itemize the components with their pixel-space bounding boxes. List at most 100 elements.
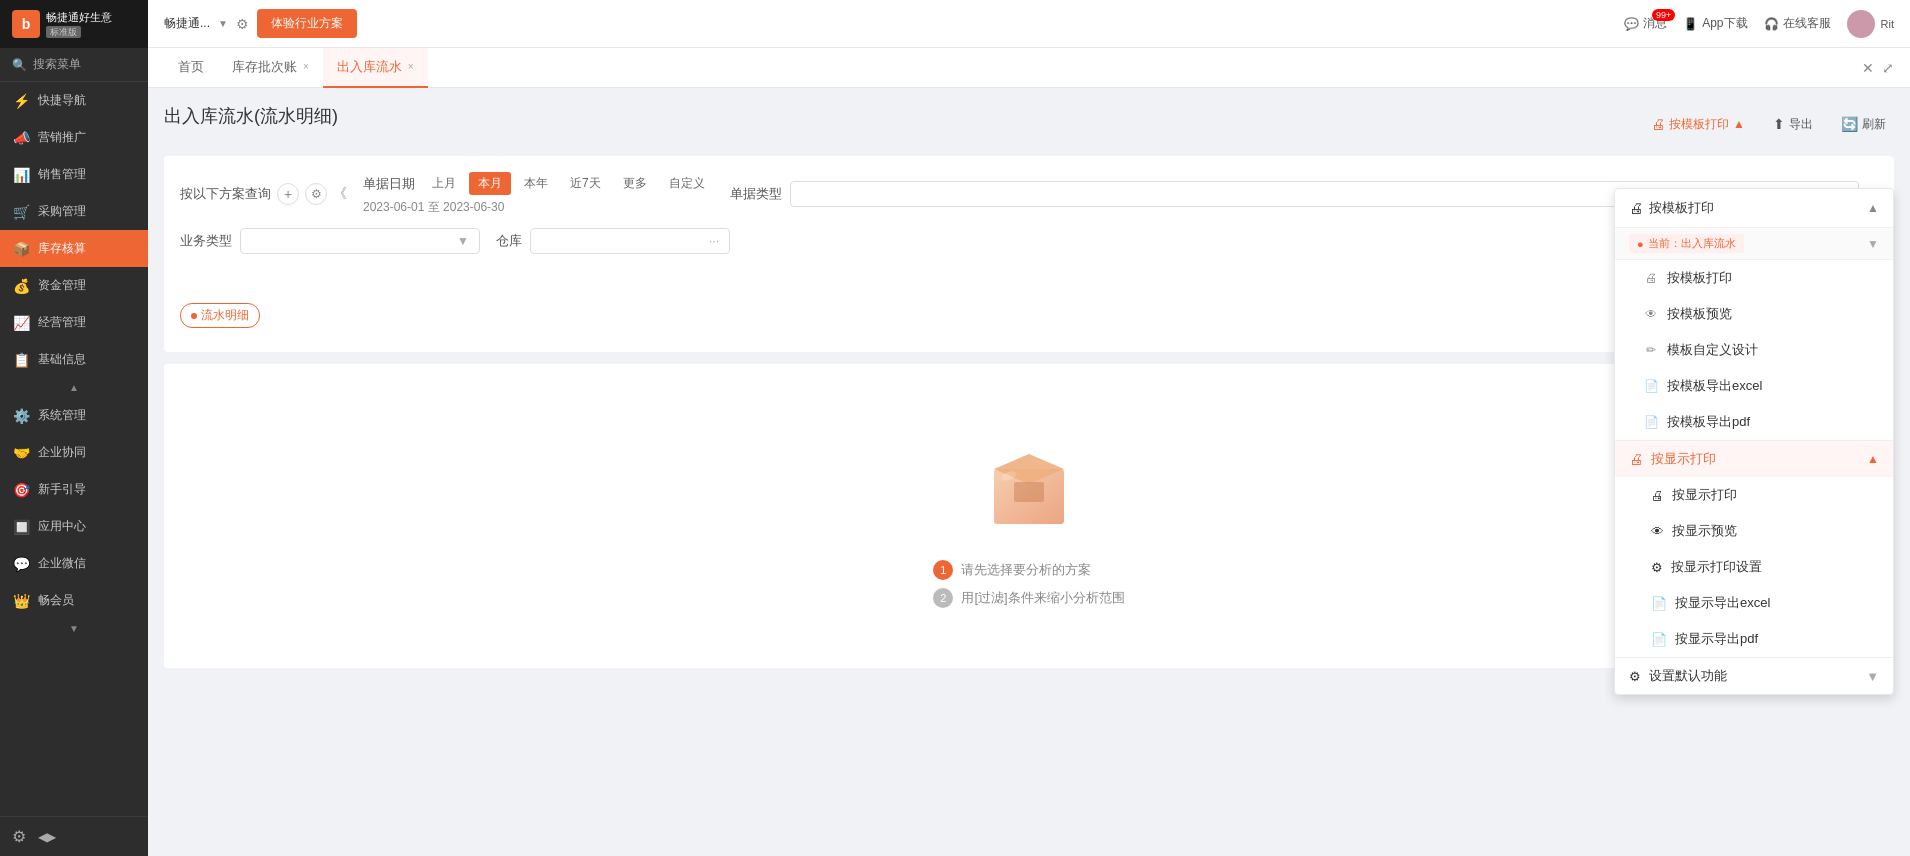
display-preview-icon: 👁 — [1651, 524, 1664, 539]
apps-icon: 🔲 — [12, 519, 30, 535]
dropdown-display-excel[interactable]: 📄 按显示导出excel — [1615, 585, 1893, 621]
sidebar-item-operations[interactable]: 📈 经营管理 — [0, 304, 148, 341]
sidebar-item-quick-nav[interactable]: ⚡ 快捷导航 — [0, 82, 148, 119]
dropdown-item-template-excel[interactable]: 📄 按模板导出excel — [1615, 368, 1893, 404]
step-1-number: 1 — [933, 560, 953, 580]
date-tab-custom[interactable]: 自定义 — [660, 172, 714, 195]
topbar-user[interactable]: Rit — [1847, 10, 1894, 38]
sidebar-settings-icon[interactable]: ⚙ — [12, 827, 26, 846]
display-section-header[interactable]: 🖨 按显示打印 ▲ — [1615, 441, 1893, 477]
sidebar-search[interactable]: 🔍 搜索菜单 — [0, 48, 148, 82]
topbar-online-service[interactable]: 🎧 在线客服 — [1764, 15, 1831, 32]
dropdown-display-pdf[interactable]: 📄 按显示导出pdf — [1615, 621, 1893, 657]
app-name: 畅捷通好生意 标准版 — [46, 10, 112, 39]
tab-window-buttons: ✕ ⤢ — [1862, 60, 1894, 76]
sidebar-item-member[interactable]: 👑 畅会员 — [0, 582, 148, 619]
tab-flow-detail-close[interactable]: × — [408, 61, 414, 72]
sidebar-item-marketing[interactable]: 📣 营销推广 — [0, 119, 148, 156]
current-template-dropdown-icon[interactable]: ▼ — [1867, 237, 1879, 251]
dropdown-display-print[interactable]: 🖨 按显示打印 — [1615, 477, 1893, 513]
dropdown-footer-default[interactable]: ⚙ 设置默认功能 ▼ — [1615, 658, 1893, 694]
sidebar-item-finance[interactable]: 💰 资金管理 — [0, 267, 148, 304]
sidebar-item-basic[interactable]: 📋 基础信息 — [0, 341, 148, 378]
footer-arrow-icon: ▼ — [1866, 669, 1879, 684]
dropdown-header-close-icon[interactable]: ▲ — [1867, 201, 1879, 215]
filter-add-button[interactable]: + — [277, 183, 299, 205]
print-template-button[interactable]: 🖨 按模板打印 ▲ — [1643, 112, 1753, 137]
step-2-text: 用[过滤]条件来缩小分析范围 — [961, 589, 1124, 607]
print-arrow-icon: ▲ — [1733, 117, 1745, 131]
user-avatar — [1847, 10, 1875, 38]
date-tab-last-month[interactable]: 上月 — [423, 172, 465, 195]
guide-icon: 🎯 — [12, 482, 30, 498]
warehouse-select[interactable]: ··· — [530, 228, 730, 254]
dropdown-display-settings[interactable]: ⚙ 按显示打印设置 — [1615, 549, 1893, 585]
wechat-icon: 💬 — [12, 556, 30, 572]
dropdown-header-title: 🖨 按模板打印 — [1629, 199, 1714, 217]
filter-setting-button[interactable]: ⚙ — [305, 183, 327, 205]
tab-batch-ledger-close[interactable]: × — [303, 61, 309, 72]
tab-flow-detail[interactable]: 出入库流水 × — [323, 48, 428, 88]
industry-solution-button[interactable]: 体验行业方案 — [257, 9, 357, 38]
tab-bar: 首页 库存批次账 × 出入库流水 × ✕ ⤢ — [148, 48, 1910, 88]
sidebar-item-system[interactable]: ⚙️ 系统管理 — [0, 397, 148, 434]
sidebar-item-purchase[interactable]: 🛒 采购管理 — [0, 193, 148, 230]
template-excel-icon: 📄 — [1643, 378, 1659, 394]
warehouse-more-icon[interactable]: ··· — [709, 234, 719, 248]
filter-collapse-button[interactable]: 《 — [333, 185, 347, 203]
topbar-app-download[interactable]: 📱 App下载 — [1683, 15, 1747, 32]
empty-svg-illustration — [969, 424, 1089, 544]
app-logo-icon: b — [12, 10, 40, 38]
topbar-gear-icon[interactable]: ⚙ — [236, 16, 249, 32]
topbar-dropdown-arrow[interactable]: ▼ — [218, 18, 228, 29]
system-icon: ⚙️ — [12, 408, 30, 424]
biz-type-arrow-icon: ▼ — [457, 234, 469, 248]
sidebar-item-wechat[interactable]: 💬 企业微信 — [0, 545, 148, 582]
purchase-icon: 🛒 — [12, 204, 30, 220]
current-icon: ● — [1637, 238, 1644, 250]
corp-icon: 🤝 — [12, 445, 30, 461]
dropdown-item-template-pdf[interactable]: 📄 按模板导出pdf — [1615, 404, 1893, 440]
current-template-badge: ● 当前：出入库流水 — [1629, 234, 1744, 253]
date-tab-current-month[interactable]: 本月 — [469, 172, 511, 195]
sidebar-collapse-icon[interactable]: ◀▶ — [38, 830, 56, 844]
tab-home[interactable]: 首页 — [164, 48, 218, 88]
window-expand-btn[interactable]: ⤢ — [1882, 60, 1894, 76]
sidebar-item-sales[interactable]: 📊 销售管理 — [0, 156, 148, 193]
print-icon: 🖨 — [1651, 116, 1665, 132]
bill-type-label: 单据类型 — [730, 185, 782, 203]
flow-detail-tag[interactable]: 流水明细 — [180, 303, 260, 328]
app-download-icon: 📱 — [1683, 17, 1698, 31]
quick-nav-icon: ⚡ — [12, 93, 30, 109]
window-close-btn[interactable]: ✕ — [1862, 60, 1874, 76]
finance-icon: 💰 — [12, 278, 30, 294]
dropdown-display-preview[interactable]: 👁 按显示预览 — [1615, 513, 1893, 549]
refresh-button[interactable]: 🔄 刷新 — [1833, 112, 1894, 137]
service-icon: 🎧 — [1764, 17, 1779, 31]
topbar-message[interactable]: 💬 消息 99+ — [1624, 15, 1667, 32]
export-button[interactable]: ⬆ 导出 — [1765, 112, 1821, 137]
print-dropdown-panel: 🖨 按模板打印 ▲ ● 当前：出入库流水 ▼ 🖨 按模板打印 — [1614, 188, 1894, 695]
template-design-icon: ✏ — [1643, 342, 1659, 358]
dropdown-item-template-design[interactable]: ✏ 模板自定义设计 — [1615, 332, 1893, 368]
message-icon: 💬 — [1624, 17, 1639, 31]
dropdown-item-template-preview[interactable]: 👁 按模板预览 — [1615, 296, 1893, 332]
sidebar-logo: b 畅捷通好生意 标准版 — [0, 0, 148, 48]
sidebar-item-inventory[interactable]: 📦 库存核算 — [0, 230, 148, 267]
sidebar-item-guide[interactable]: 🎯 新手引导 — [0, 471, 148, 508]
export-icon: ⬆ — [1773, 116, 1785, 132]
member-icon: 👑 — [12, 593, 30, 609]
date-tab-more[interactable]: 更多 — [614, 172, 656, 195]
biz-type-select[interactable]: ▼ — [240, 228, 480, 254]
date-tab-current-year[interactable]: 本年 — [515, 172, 557, 195]
sidebar-item-corp[interactable]: 🤝 企业协同 — [0, 434, 148, 471]
topbar: 畅捷通... ▼ ⚙ 体验行业方案 💬 消息 99+ 📱 App下载 🎧 在线客… — [148, 0, 1910, 48]
sidebar-item-apps[interactable]: 🔲 应用中心 — [0, 508, 148, 545]
date-filter: 单据日期 上月 本月 本年 近7天 更多 自定义 2023-06-01 至 20… — [363, 172, 714, 216]
inventory-icon: 📦 — [12, 241, 30, 257]
display-excel-icon: 📄 — [1651, 596, 1667, 611]
dropdown-item-template-print[interactable]: 🖨 按模板打印 — [1615, 260, 1893, 296]
tab-batch-ledger[interactable]: 库存批次账 × — [218, 48, 323, 88]
date-tab-7days[interactable]: 近7天 — [561, 172, 610, 195]
template-preview-icon: 👁 — [1643, 306, 1659, 322]
